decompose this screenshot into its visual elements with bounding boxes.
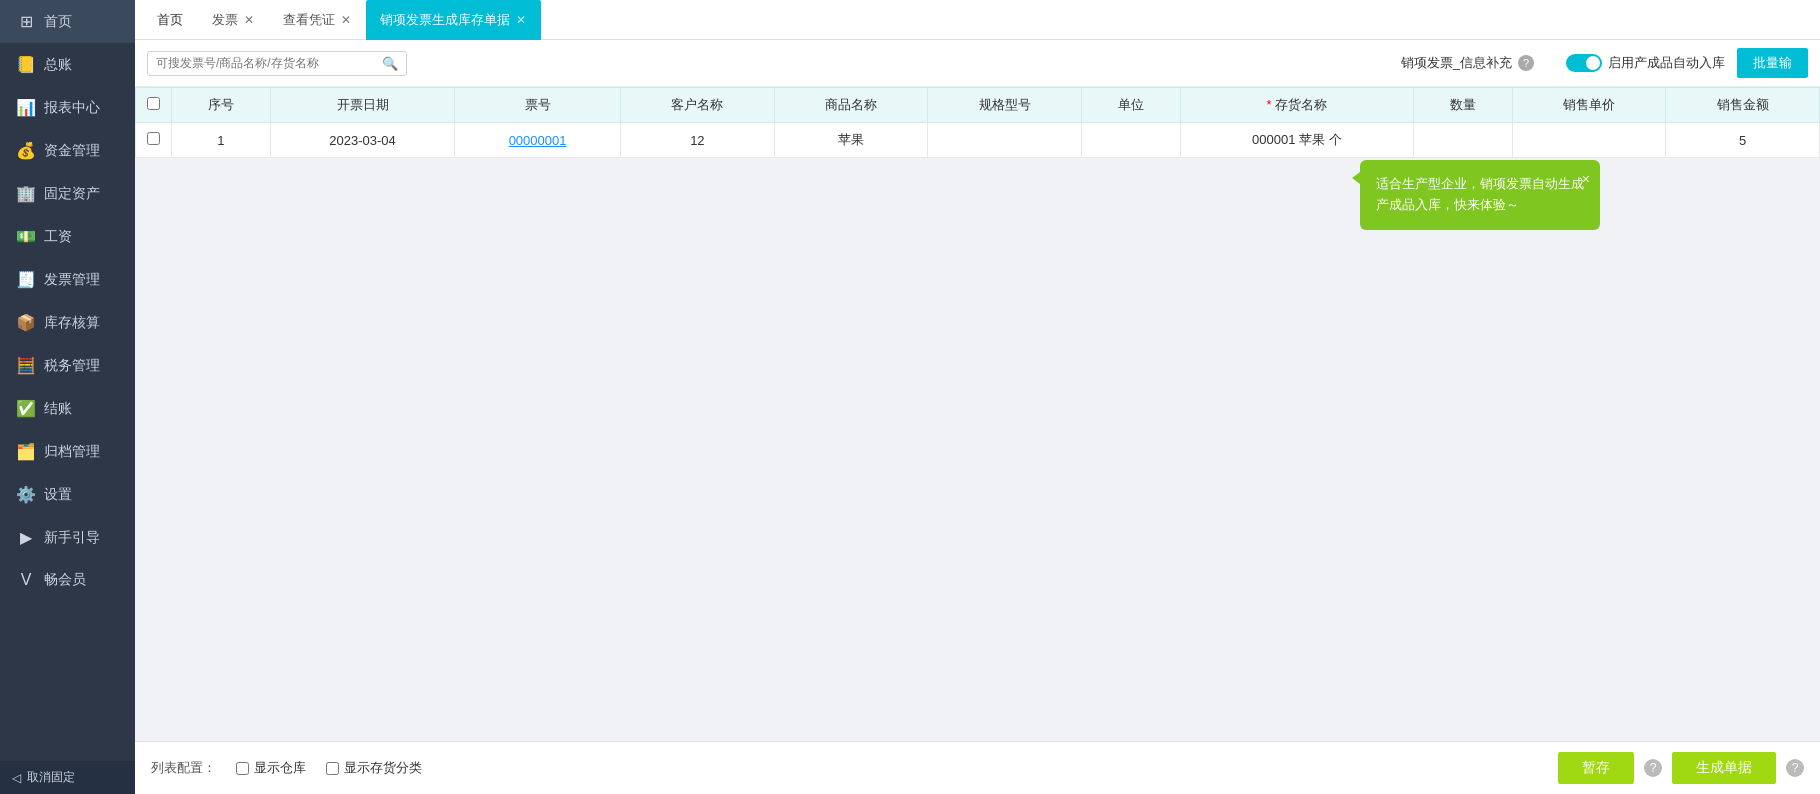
- ledger-icon: 📒: [16, 55, 36, 74]
- search-icon: 🔍: [382, 56, 398, 71]
- sidebar-item-inventory[interactable]: 📦 库存核算: [0, 301, 135, 344]
- undo-icon: ◁: [12, 771, 21, 785]
- tab-main[interactable]: 销项发票生成库存单据 ✕: [366, 0, 541, 40]
- header-spec: 规格型号: [928, 88, 1082, 123]
- toolbar: 🔍 销项发票_信息补充 ? 启用产成品自动入库 批量输: [135, 40, 1820, 87]
- sidebar-item-vip[interactable]: V 畅会员: [0, 559, 135, 601]
- row-product: 苹果: [774, 123, 928, 158]
- row-checkbox-cell: [136, 123, 172, 158]
- sidebar-item-settings[interactable]: ⚙️ 设置: [0, 473, 135, 516]
- row-inventory: 000001 苹果 个: [1180, 123, 1413, 158]
- row-amount: 5: [1666, 123, 1820, 158]
- tooltip-close-button[interactable]: ×: [1582, 168, 1590, 190]
- tab-home[interactable]: 首页: [143, 0, 198, 40]
- toggle-section: 启用产成品自动入库: [1566, 54, 1725, 72]
- table-header-row: 序号 开票日期 票号 客户名称 商品名称 规格型号 单位 * 存货名称 数量 销…: [136, 88, 1820, 123]
- header-seq: 序号: [172, 88, 271, 123]
- sidebar-item-archive[interactable]: 🗂️ 归档管理: [0, 430, 135, 473]
- sidebar-item-payroll[interactable]: 💵 工资: [0, 215, 135, 258]
- show-category-checkbox[interactable]: [326, 762, 339, 775]
- finance-icon: 💰: [16, 141, 36, 160]
- batch-button[interactable]: 批量输: [1737, 48, 1808, 78]
- sidebar-item-ledger[interactable]: 📒 总账: [0, 43, 135, 86]
- row-ticket-no[interactable]: 00000001: [455, 123, 621, 158]
- show-category-checkbox-label[interactable]: 显示存货分类: [326, 759, 422, 777]
- row-seq: 1: [172, 123, 271, 158]
- select-all-checkbox[interactable]: [147, 97, 160, 110]
- guide-icon: ▶: [16, 528, 36, 547]
- header-customer: 客户名称: [621, 88, 775, 123]
- tab-main-close[interactable]: ✕: [516, 13, 526, 27]
- sidebar-item-invoice-mgmt[interactable]: 🧾 发票管理: [0, 258, 135, 301]
- inventory-icon: 📦: [16, 313, 36, 332]
- payroll-icon: 💵: [16, 227, 36, 246]
- undo-fixed-button[interactable]: ◁ 取消固定: [0, 761, 135, 794]
- header-amount: 销售金额: [1666, 88, 1820, 123]
- row-unit-price: [1512, 123, 1666, 158]
- sidebar-item-settlement[interactable]: ✅ 结账: [0, 387, 135, 430]
- generate-button[interactable]: 生成单据: [1672, 752, 1776, 784]
- sidebar: ⊞ 首页 📒 总账 📊 报表中心 💰 资金管理 🏢 固定资产 💵 工资 🧾 发票…: [0, 0, 135, 794]
- tab-bar: 首页 发票 ✕ 查看凭证 ✕ 销项发票生成库存单据 ✕: [135, 0, 1820, 40]
- table-row: 1 2023-03-04 00000001 12 苹果 000001 苹果 个 …: [136, 123, 1820, 158]
- row-customer: 12: [621, 123, 775, 158]
- sidebar-item-home[interactable]: ⊞ 首页: [0, 0, 135, 43]
- archive-icon: 🗂️: [16, 442, 36, 461]
- auto-warehouse-toggle[interactable]: [1566, 54, 1602, 72]
- search-box[interactable]: 🔍: [147, 51, 407, 76]
- save-help-icon[interactable]: ?: [1644, 759, 1662, 777]
- header-unit-price: 销售单价: [1512, 88, 1666, 123]
- assets-icon: 🏢: [16, 184, 36, 203]
- tax-icon: 🧮: [16, 356, 36, 375]
- tab-voucher[interactable]: 查看凭证 ✕: [269, 0, 366, 40]
- info-label: 销项发票_信息补充 ?: [1401, 54, 1534, 72]
- info-icon[interactable]: ?: [1518, 55, 1534, 71]
- row-checkbox[interactable]: [147, 132, 160, 145]
- row-unit: [1081, 123, 1180, 158]
- tab-voucher-close[interactable]: ✕: [341, 13, 351, 27]
- header-ticket-no: 票号: [455, 88, 621, 123]
- vip-icon: V: [16, 571, 36, 589]
- header-product: 商品名称: [774, 88, 928, 123]
- home-icon: ⊞: [16, 12, 36, 31]
- row-spec: [928, 123, 1082, 158]
- tab-invoice-close[interactable]: ✕: [244, 13, 254, 27]
- main-area: 首页 发票 ✕ 查看凭证 ✕ 销项发票生成库存单据 ✕ 🔍 销项发票_信息补充 …: [135, 0, 1820, 794]
- sidebar-item-assets[interactable]: 🏢 固定资产: [0, 172, 135, 215]
- tab-invoice[interactable]: 发票 ✕: [198, 0, 269, 40]
- show-warehouse-checkbox-label[interactable]: 显示仓库: [236, 759, 306, 777]
- list-config-label: 列表配置：: [151, 759, 216, 777]
- bottom-actions: 暂存 ? 生成单据 ?: [1558, 752, 1804, 784]
- row-date: 2023-03-04: [270, 123, 454, 158]
- sidebar-item-tax[interactable]: 🧮 税务管理: [0, 344, 135, 387]
- header-unit: 单位: [1081, 88, 1180, 123]
- reports-icon: 📊: [16, 98, 36, 117]
- search-input[interactable]: [156, 56, 376, 70]
- data-table: 序号 开票日期 票号 客户名称 商品名称 规格型号 单位 * 存货名称 数量 销…: [135, 87, 1820, 158]
- tooltip-popup: × 适合生产型企业，销项发票自动生成产成品入库，快来体验～: [1360, 160, 1600, 230]
- header-inventory: * 存货名称: [1180, 88, 1413, 123]
- header-date: 开票日期: [270, 88, 454, 123]
- header-quantity: 数量: [1413, 88, 1512, 123]
- invoice-icon: 🧾: [16, 270, 36, 289]
- header-checkbox-cell: [136, 88, 172, 123]
- settings-icon: ⚙️: [16, 485, 36, 504]
- settlement-icon: ✅: [16, 399, 36, 418]
- sidebar-item-guide[interactable]: ▶ 新手引导: [0, 516, 135, 559]
- save-button[interactable]: 暂存: [1558, 752, 1634, 784]
- content-wrapper: 🔍 销项发票_信息补充 ? 启用产成品自动入库 批量输: [135, 40, 1820, 794]
- sidebar-item-reports[interactable]: 📊 报表中心: [0, 86, 135, 129]
- row-quantity: [1413, 123, 1512, 158]
- show-warehouse-checkbox[interactable]: [236, 762, 249, 775]
- generate-help-icon[interactable]: ?: [1786, 759, 1804, 777]
- bottom-bar: 列表配置： 显示仓库 显示存货分类 暂存 ? 生成单据 ?: [135, 741, 1820, 794]
- sidebar-item-finance[interactable]: 💰 资金管理: [0, 129, 135, 172]
